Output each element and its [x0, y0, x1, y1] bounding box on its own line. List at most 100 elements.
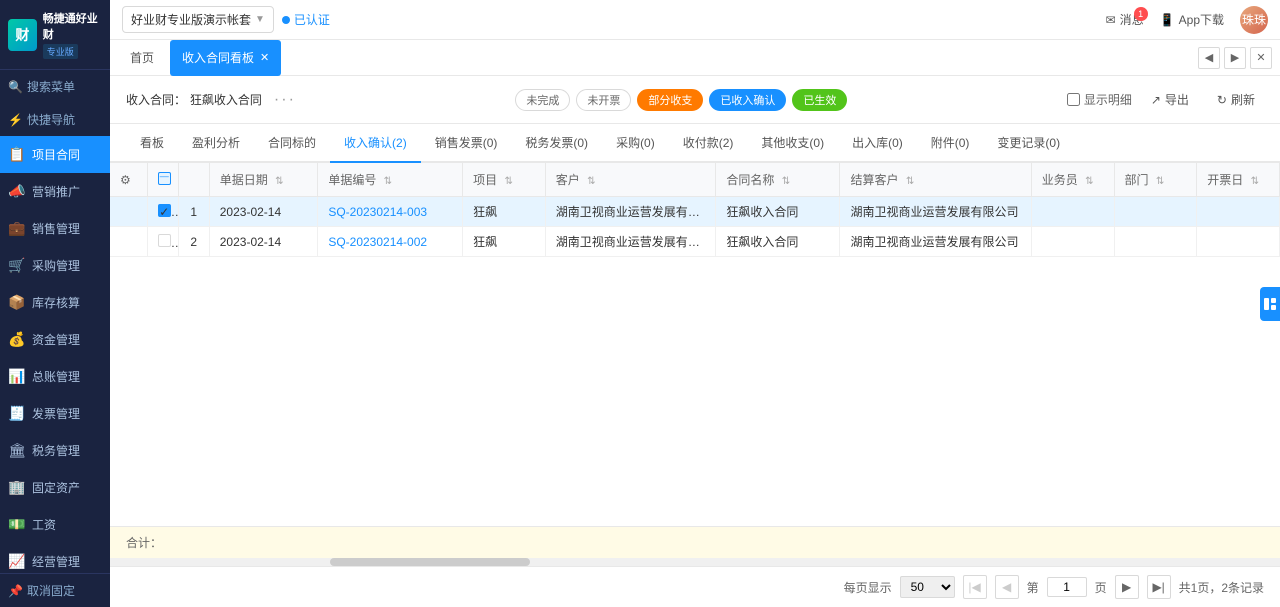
row2-checkbox[interactable]	[147, 227, 178, 257]
side-panel-button[interactable]	[1260, 287, 1280, 321]
th-customer[interactable]: 客户 ⇅	[545, 163, 716, 197]
tab-next-button[interactable]: ▶	[1224, 47, 1246, 69]
th-contract-name[interactable]: 合同名称 ⇅	[716, 163, 840, 197]
th-settings[interactable]: ⚙	[110, 163, 147, 197]
page-number-input[interactable]	[1047, 577, 1087, 597]
row1-department	[1114, 197, 1197, 227]
first-page-button[interactable]: |◀	[963, 575, 987, 599]
tab-profit[interactable]: 盈利分析	[178, 124, 254, 163]
status-buttons: 未完成 未开票 部分收支 已收入确认 已生效	[515, 89, 847, 111]
topbar-actions: ✉ 消息 1 📱 App下载 珠珠	[1106, 6, 1268, 34]
sidebar-item-fixed-assets[interactable]: 🏢 固定资产	[0, 469, 110, 506]
status-btn-partial[interactable]: 部分收支	[637, 89, 703, 111]
th-project[interactable]: 项目 ⇅	[463, 163, 546, 197]
app-download-button[interactable]: 📱 App下载	[1160, 11, 1224, 28]
total-bar: 合计：	[110, 526, 1280, 558]
tab-change-log[interactable]: 变更记录(0)	[983, 124, 1074, 163]
horizontal-scrollbar[interactable]	[110, 558, 1280, 566]
tab-bar: 首页 收入合同看板 ✕ ◀ ▶ ✕	[110, 40, 1280, 76]
th-date[interactable]: 单据日期 ⇅	[209, 163, 318, 197]
table-wrapper[interactable]: ⚙ 单据日期 ⇅ 单据编号 ⇅	[110, 163, 1280, 526]
th-department[interactable]: 部门 ⇅	[1114, 163, 1197, 197]
th-open-date[interactable]: 开票日 ⇅	[1197, 163, 1280, 197]
last-page-button[interactable]: ▶|	[1147, 575, 1171, 599]
sidebar-item-operations[interactable]: 📈 经营管理	[0, 543, 110, 573]
row1-gear	[110, 197, 147, 227]
sidebar-logo: 财 畅捷通好业财 专业版	[0, 0, 110, 70]
tab-attachments[interactable]: 附件(0)	[917, 124, 984, 163]
per-page-select[interactable]: 50 20 100	[900, 576, 955, 598]
show-detail-input[interactable]	[1067, 93, 1080, 106]
sidebar-item-purchase[interactable]: 🛒 采购管理	[0, 247, 110, 284]
tab-tax-invoice[interactable]: 税务发票(0)	[511, 124, 602, 163]
main-area: 好业财专业版演示帐套 ▼ 已认证 ✉ 消息 1 📱 App下载 珠珠 首页	[110, 0, 1280, 607]
row1-check-icon[interactable]: ✓	[158, 204, 171, 217]
message-badge: 1	[1134, 7, 1148, 21]
row1-doc-no[interactable]: SQ-20230214-003	[318, 197, 463, 227]
sidebar-bottom[interactable]: 📌 取消固定	[0, 573, 110, 607]
tab-income-confirm[interactable]: 收入确认(2)	[330, 124, 421, 163]
sidebar-item-labor[interactable]: 💵 工资	[0, 506, 110, 543]
tab-other-income[interactable]: 其他收支(0)	[747, 124, 838, 163]
pagination: 每页显示 50 20 100 |◀ ◀ 第 页 ▶ ▶| 共1页，2条记录	[110, 566, 1280, 607]
tab-payment[interactable]: 收付款(2)	[669, 124, 748, 163]
row2-doc-no[interactable]: SQ-20230214-002	[318, 227, 463, 257]
th-checkbox[interactable]	[147, 163, 178, 197]
select-all-checkbox[interactable]	[158, 172, 171, 185]
sort-project-icon: ⇅	[504, 176, 512, 187]
content-header-right: 显示明细 ↗ 导出 ↻ 刷新	[1067, 86, 1264, 113]
status-btn-income-confirmed[interactable]: 已收入确认	[709, 89, 786, 111]
sidebar-item-inventory[interactable]: 📦 库存核算	[0, 284, 110, 321]
refresh-button[interactable]: ↻ 刷新	[1208, 86, 1264, 113]
row2-check-icon[interactable]	[158, 234, 171, 247]
tab-sales-invoice[interactable]: 销售发票(0)	[421, 124, 512, 163]
show-detail-checkbox[interactable]: 显示明细	[1067, 91, 1132, 108]
tab-kanban[interactable]: 看板	[126, 124, 178, 163]
th-salesperson[interactable]: 业务员 ⇅	[1031, 163, 1114, 197]
tab-home[interactable]: 首页	[118, 40, 166, 76]
sidebar-search[interactable]: 🔍 搜索菜单	[0, 70, 110, 103]
tab-nav-controls: ◀ ▶ ✕	[1198, 47, 1272, 69]
message-button[interactable]: ✉ 消息 1	[1106, 11, 1144, 28]
tab-prev-button[interactable]: ◀	[1198, 47, 1220, 69]
sidebar-item-project-contract[interactable]: 📋 项目合同	[0, 136, 110, 173]
row1-checkbox[interactable]: ✓	[147, 197, 178, 227]
row1-salesperson	[1031, 197, 1114, 227]
row2-project: 狂飙	[463, 227, 546, 257]
sidebar-item-capital[interactable]: 💰 资金管理	[0, 321, 110, 358]
status-btn-uninvoiced[interactable]: 未开票	[576, 89, 631, 111]
sidebar-item-sales[interactable]: 💼 销售管理	[0, 210, 110, 247]
sidebar-item-invoice[interactable]: 🧾 发票管理	[0, 395, 110, 432]
sidebar-nav: 📋 项目合同 📣 营销推广 💼 销售管理 🛒 采购管理 📦 库存核算 💰 资金管…	[0, 136, 110, 573]
company-selector[interactable]: 好业财专业版演示帐套 ▼	[122, 6, 274, 33]
prev-page-button[interactable]: ◀	[995, 575, 1019, 599]
verified-badge: 已认证	[282, 11, 330, 28]
th-doc-no[interactable]: 单据编号 ⇅	[318, 163, 463, 197]
sidebar-item-tax[interactable]: 🏛 税务管理	[0, 432, 110, 469]
tab-warehouse[interactable]: 出入库(0)	[838, 124, 917, 163]
tab-close-icon[interactable]: ✕	[260, 51, 269, 64]
more-options-button[interactable]: ···	[274, 91, 296, 109]
tab-income-contract[interactable]: 收入合同看板 ✕	[170, 40, 281, 76]
sidebar-item-ledger[interactable]: 📊 总账管理	[0, 358, 110, 395]
sort-contract-icon: ⇅	[782, 176, 790, 187]
app-logo-icon: 财	[8, 19, 37, 51]
user-avatar[interactable]: 珠珠	[1240, 6, 1268, 34]
content-header: 收入合同： 狂飙收入合同 ··· 未完成 未开票 部分收支 已收入确认 已生效 …	[110, 76, 1280, 124]
tab-contract-standards[interactable]: 合同标的	[254, 124, 330, 163]
per-page-label: 每页显示	[844, 579, 892, 596]
th-settlement-customer[interactable]: 结算客户 ⇅	[840, 163, 1031, 197]
table-row[interactable]: ✓ 1 2023-02-14 SQ-20230214-003 狂飙 湖南卫视商业…	[110, 197, 1280, 227]
sidebar-quick-nav[interactable]: ⚡ 快捷导航	[0, 103, 110, 136]
sort-opendate-icon: ⇅	[1251, 176, 1259, 187]
status-btn-incomplete[interactable]: 未完成	[515, 89, 570, 111]
table-row[interactable]: 2 2023-02-14 SQ-20230214-002 狂飙 湖南卫视商业运营…	[110, 227, 1280, 257]
status-btn-effective[interactable]: 已生效	[792, 89, 847, 111]
tab-close-all-button[interactable]: ✕	[1250, 47, 1272, 69]
tab-purchase[interactable]: 采购(0)	[602, 124, 669, 163]
sidebar-item-marketing[interactable]: 📣 营销推广	[0, 173, 110, 210]
search-icon: 🔍	[8, 80, 23, 94]
next-page-button[interactable]: ▶	[1115, 575, 1139, 599]
export-button[interactable]: ↗ 导出	[1142, 86, 1198, 113]
scrollbar-thumb[interactable]	[330, 558, 530, 566]
